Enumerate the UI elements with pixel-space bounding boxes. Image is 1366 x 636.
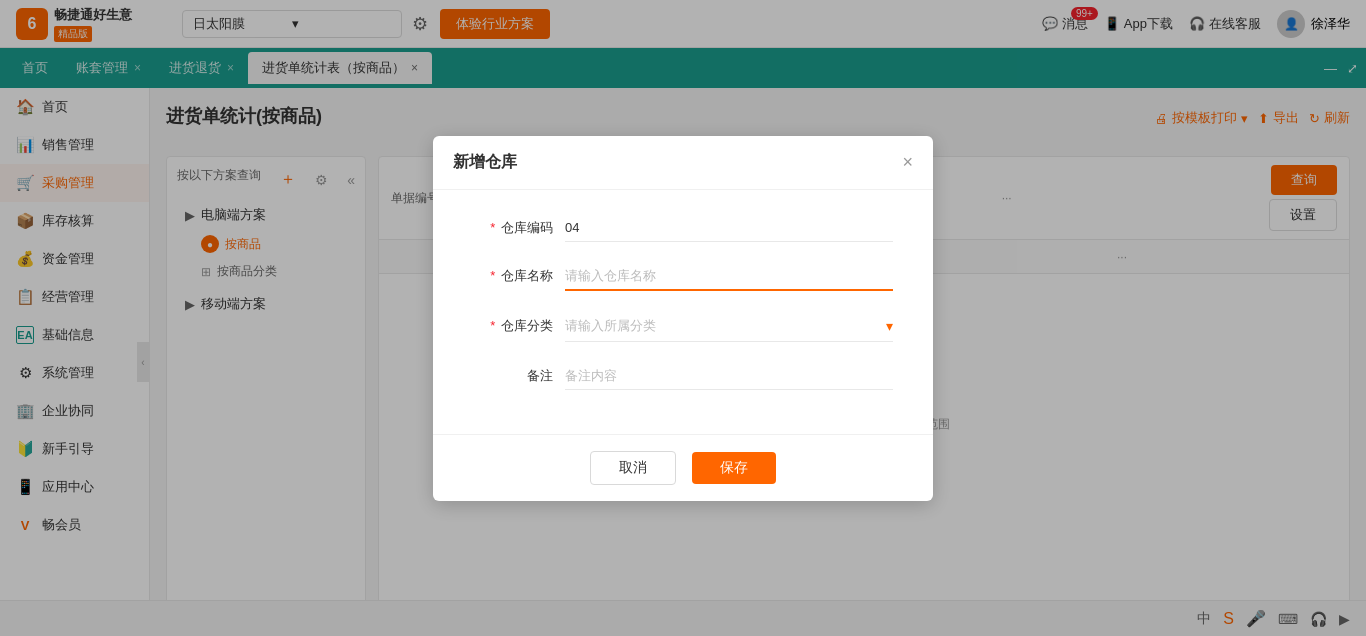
- warehouse-remark-row: 备注: [473, 362, 893, 390]
- modal-close-button[interactable]: ×: [902, 153, 913, 171]
- warehouse-category-row: * 仓库分类 请输入所属分类 ▾: [473, 311, 893, 342]
- warehouse-remark-label: 备注: [473, 367, 553, 385]
- warehouse-name-row: * 仓库名称: [473, 262, 893, 291]
- category-dropdown-icon: ▾: [886, 318, 893, 334]
- modal-title: 新增仓库: [453, 152, 517, 173]
- cancel-button[interactable]: 取消: [590, 451, 676, 485]
- warehouse-code-input[interactable]: [565, 214, 893, 242]
- warehouse-name-label: * 仓库名称: [473, 267, 553, 285]
- warehouse-remark-input[interactable]: [565, 362, 893, 390]
- warehouse-name-input[interactable]: [565, 262, 893, 291]
- warehouse-code-label: * 仓库编码: [473, 219, 553, 237]
- modal-header: 新增仓库 ×: [433, 136, 933, 190]
- warehouse-category-label: * 仓库分类: [473, 317, 553, 335]
- modal-footer: 取消 保存: [433, 434, 933, 501]
- modal-body: * 仓库编码 * 仓库名称 * 仓库分类 请输入所属: [433, 190, 933, 434]
- warehouse-code-row: * 仓库编码: [473, 214, 893, 242]
- warehouse-category-select[interactable]: 请输入所属分类 ▾: [565, 311, 893, 342]
- save-button[interactable]: 保存: [692, 452, 776, 484]
- modal-overlay: 新增仓库 × * 仓库编码 * 仓库名称: [0, 0, 1366, 636]
- add-warehouse-modal: 新增仓库 × * 仓库编码 * 仓库名称: [433, 136, 933, 501]
